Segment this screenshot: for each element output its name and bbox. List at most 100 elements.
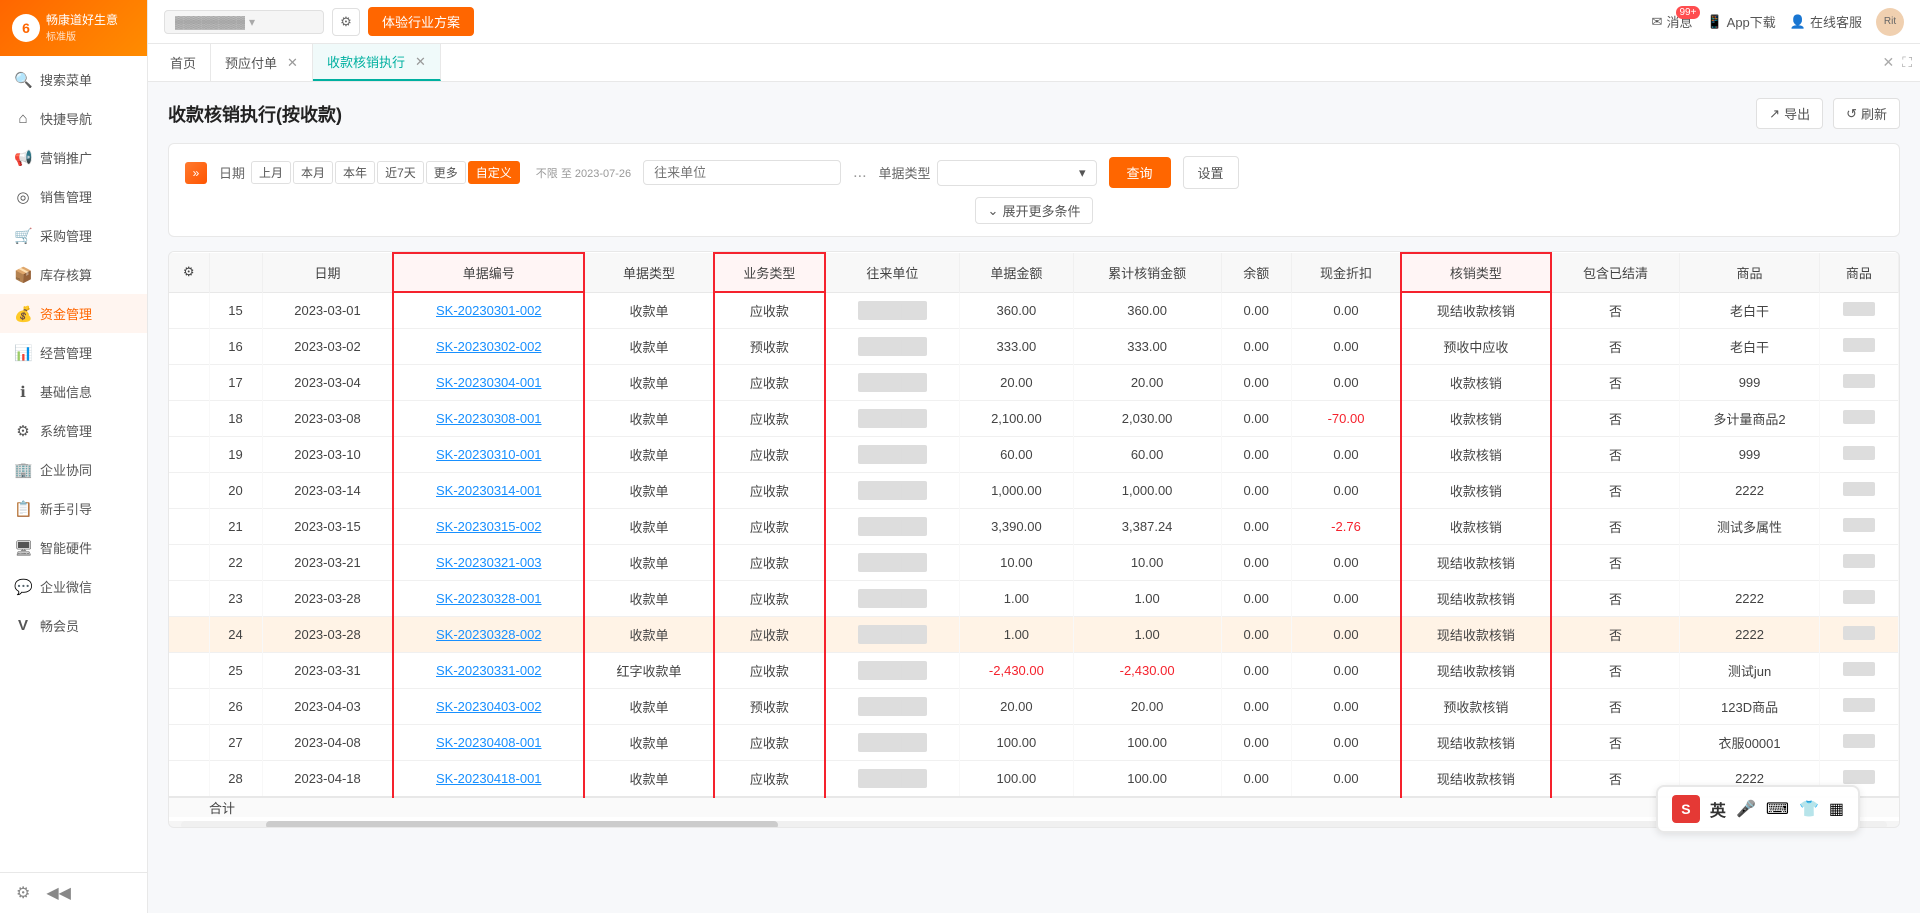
col-docno-cell[interactable]: SK-20230328-002 (393, 617, 584, 653)
col-amount-cell: 333.00 (960, 329, 1073, 365)
col-docno-cell[interactable]: SK-20230321-003 (393, 545, 584, 581)
date-this-month[interactable]: 本月 (293, 161, 333, 184)
col-totalcancel-cell: 2,030.00 (1073, 401, 1221, 437)
tab-home[interactable]: 首页 (156, 44, 211, 81)
sidebar-item-finance[interactable]: 💰 资金管理 (0, 294, 147, 333)
col-counterparty-cell: ████ (825, 401, 960, 437)
gear-button[interactable]: ⚙ (332, 8, 360, 36)
sidebar-collapse-icon[interactable]: ◀◀ (46, 883, 71, 903)
tab-prepay[interactable]: 预应付单 ✕ (211, 44, 313, 81)
table-row: 24 2023-03-28 SK-20230328-002 收款单 应收款 ██… (169, 617, 1899, 653)
table-footer-row: 合计 (169, 797, 1899, 817)
hardware-icon: 🖥 (14, 539, 32, 557)
col-balance-cell: 0.00 (1221, 725, 1291, 761)
col-no-cell: 19 (209, 437, 262, 473)
sidebar-item-operations[interactable]: 📊 经营管理 (0, 333, 147, 372)
col-product2-cell (1819, 545, 1898, 581)
col-docno-cell[interactable]: SK-20230308-001 (393, 401, 584, 437)
col-no-cell: 21 (209, 509, 262, 545)
date-last-month[interactable]: 上月 (251, 161, 291, 184)
grid-icon: ▦ (1829, 799, 1844, 819)
sidebar-item-guide[interactable]: 📋 新手引导 (0, 489, 147, 528)
expand-more-btn[interactable]: ⌄ 展开更多条件 (975, 197, 1094, 224)
sidebar-item-search[interactable]: 🔍 搜索菜单 (0, 60, 147, 99)
date-custom[interactable]: 自定义 (468, 161, 520, 184)
settings-button[interactable]: 设置 (1183, 156, 1239, 189)
sidebar-item-sales[interactable]: ◎ 销售管理 (0, 177, 147, 216)
doc-type-select[interactable]: ▾ (937, 160, 1097, 186)
close-all-icon[interactable]: ✕ (1882, 54, 1894, 71)
app-download-button[interactable]: 📱 App下载 (1706, 12, 1775, 31)
col-docno-cell[interactable]: SK-20230304-001 (393, 365, 584, 401)
table-row: 28 2023-04-18 SK-20230418-001 收款单 应收款 ██… (169, 761, 1899, 798)
table-row: 26 2023-04-03 SK-20230403-002 收款单 预收款 ██… (169, 689, 1899, 725)
sidebar-item-marketing[interactable]: 📢 营销推广 (0, 138, 147, 177)
date-this-year[interactable]: 本年 (335, 161, 375, 184)
sidebar-item-inventory[interactable]: 📦 库存核算 (0, 255, 147, 294)
col-product1-cell: 测试jun (1680, 653, 1819, 689)
counterparty-input[interactable] (643, 160, 841, 185)
sidebar-item-hardware[interactable]: 🖥 智能硬件 (0, 528, 147, 567)
col-docno-cell[interactable]: SK-20230408-001 (393, 725, 584, 761)
col-docno-cell[interactable]: SK-20230328-001 (393, 581, 584, 617)
col-product2-cell (1819, 689, 1898, 725)
sidebar-item-quick[interactable]: ⌂ 快捷导航 (0, 99, 147, 138)
industry-btn[interactable]: 体验行业方案 (368, 7, 474, 36)
tab-receipt[interactable]: 收款核销执行 ✕ (313, 44, 441, 81)
query-button[interactable]: 查询 (1109, 157, 1171, 188)
col-amount-cell: 360.00 (960, 292, 1073, 329)
export-button[interactable]: ↗ 导出 (1756, 98, 1823, 129)
close-tab-receipt-icon[interactable]: ✕ (415, 54, 426, 70)
table-row: 15 2023-03-01 SK-20230301-002 收款单 应收款 ██… (169, 292, 1899, 329)
notification-button[interactable]: ✉ 消息 99+ (1652, 12, 1693, 31)
page-actions: ↗ 导出 ↺ 刷新 (1756, 98, 1900, 129)
col-totalcancel-cell: 100.00 (1073, 725, 1221, 761)
col-docno-cell[interactable]: SK-20230302-002 (393, 329, 584, 365)
col-totalcancel-cell: 1.00 (1073, 581, 1221, 617)
sidebar-item-label: 智能硬件 (40, 538, 92, 557)
col-docno-cell[interactable]: SK-20230314-001 (393, 473, 584, 509)
customer-service-button[interactable]: 👤 在线客服 (1790, 12, 1862, 31)
sidebar-item-member[interactable]: V 畅会员 (0, 606, 147, 645)
sidebar-item-system[interactable]: ⚙ 系统管理 (0, 411, 147, 450)
filter-expand-row: ⌄ 展开更多条件 (185, 197, 1883, 224)
maximize-icon[interactable]: ⛶ (1902, 54, 1912, 71)
col-amount-cell: 100.00 (960, 725, 1073, 761)
col-totalcancel-cell: 360.00 (1073, 292, 1221, 329)
table-row: 22 2023-03-21 SK-20230321-003 收款单 应收款 ██… (169, 545, 1899, 581)
col-amount-cell: 1.00 (960, 617, 1073, 653)
col-settings-header[interactable]: ⚙ (169, 253, 209, 292)
col-docno-cell[interactable]: SK-20230418-001 (393, 761, 584, 798)
filter-expand-btn[interactable]: » (185, 162, 207, 184)
user-avatar[interactable]: Rit (1876, 8, 1904, 36)
col-docno-cell[interactable]: SK-20230403-002 (393, 689, 584, 725)
col-biztype-header: 业务类型 (714, 253, 825, 292)
col-docno-cell[interactable]: SK-20230310-001 (393, 437, 584, 473)
col-cashdisc-cell: 0.00 (1291, 581, 1401, 617)
sidebar-settings-icon[interactable]: ⚙ (16, 883, 30, 903)
col-docno-cell[interactable]: SK-20230315-002 (393, 509, 584, 545)
sidebar-item-wechat[interactable]: 💬 企业微信 (0, 567, 147, 606)
sidebar-item-base[interactable]: ℹ 基础信息 (0, 372, 147, 411)
col-amount-cell: 1,000.00 (960, 473, 1073, 509)
sidebar-item-purchase[interactable]: 🛒 采购管理 (0, 216, 147, 255)
sidebar-bottom: ⚙ ◀◀ (0, 872, 147, 913)
col-cashdisc-cell: -2.76 (1291, 509, 1401, 545)
sidebar: 6 畅康道好生意 标准版 🔍 搜索菜单 ⌂ 快捷导航 📢 营销推广 ◎ 销售管理… (0, 0, 148, 913)
scroll-thumb[interactable] (266, 821, 778, 828)
col-docno-cell[interactable]: SK-20230331-002 (393, 653, 584, 689)
col-cashdisc-cell: 0.00 (1291, 725, 1401, 761)
filter-dots[interactable]: ... (853, 164, 866, 182)
message-icon: ✉ (1652, 14, 1663, 30)
date-more[interactable]: 更多 (426, 161, 466, 184)
col-settings-cell (169, 689, 209, 725)
workspace-selector[interactable]: ▓▓▓▓▓▓▓▓ ▾ (164, 10, 324, 34)
close-tab-prepay-icon[interactable]: ✕ (287, 55, 298, 71)
horizontal-scrollbar[interactable] (181, 821, 1887, 828)
col-product1-cell: 2222 (1680, 617, 1819, 653)
date-7days[interactable]: 近7天 (377, 161, 424, 184)
watermark-logo: S (1672, 795, 1700, 823)
sidebar-item-corp[interactable]: 🏢 企业协同 (0, 450, 147, 489)
refresh-button[interactable]: ↺ 刷新 (1833, 98, 1900, 129)
col-docno-cell[interactable]: SK-20230301-002 (393, 292, 584, 329)
